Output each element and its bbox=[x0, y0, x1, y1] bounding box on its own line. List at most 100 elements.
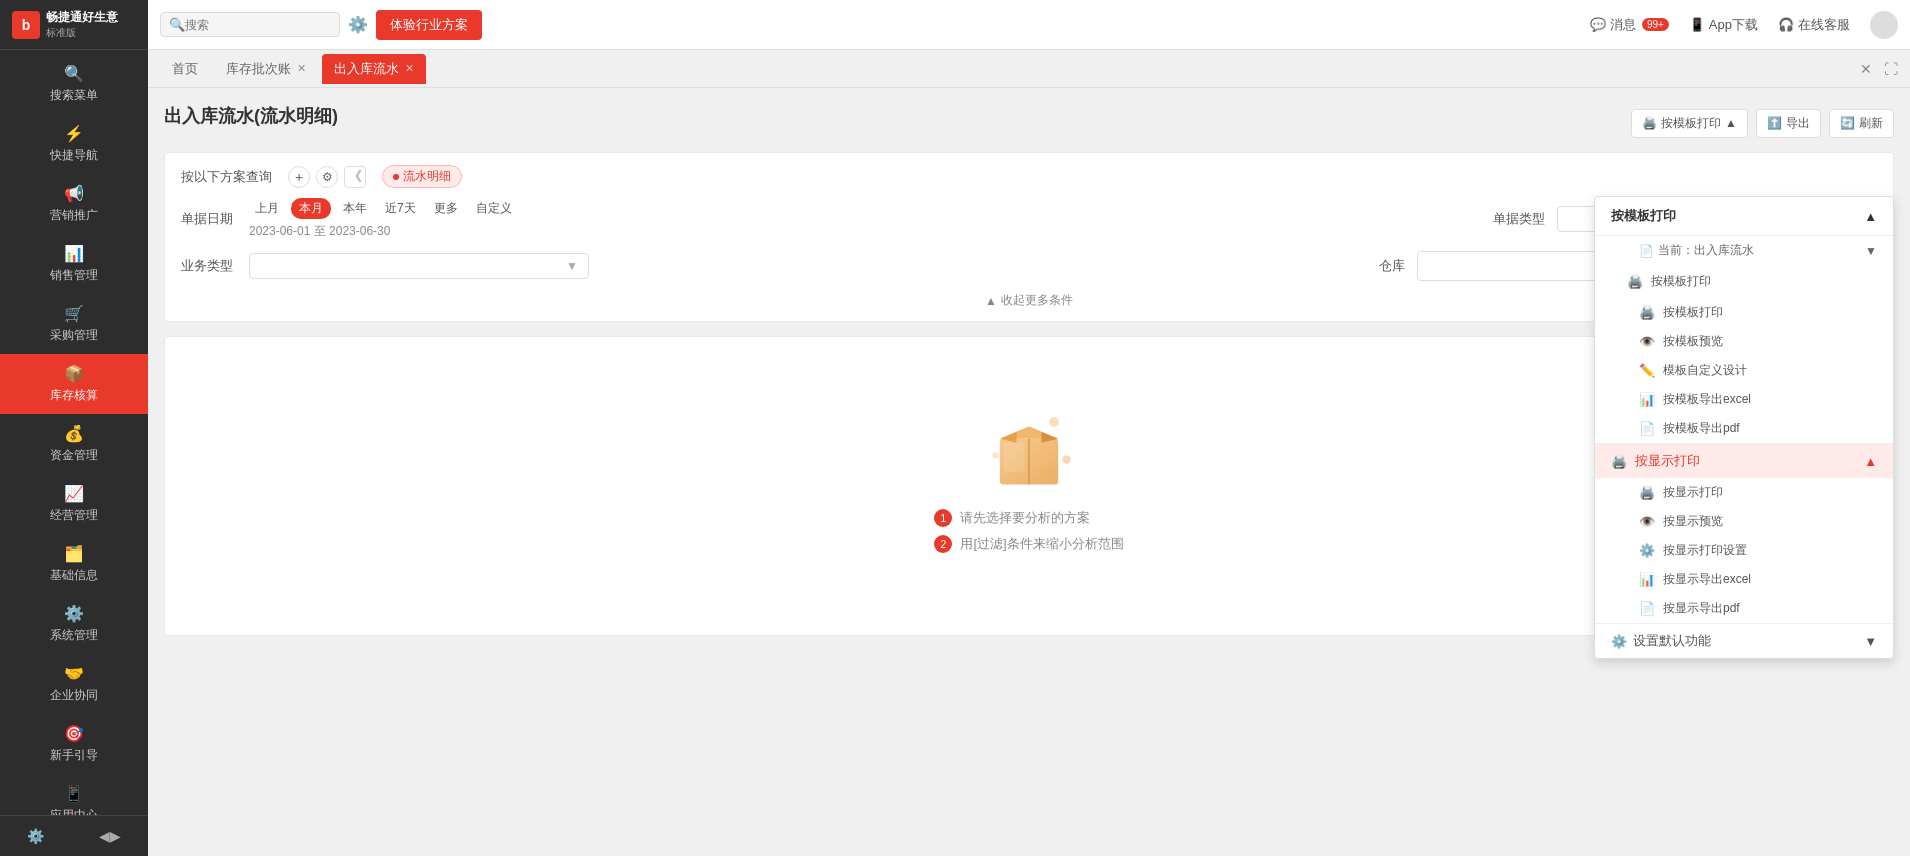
display-print-group-icon: 🖨️ bbox=[1611, 454, 1627, 469]
business-type-select[interactable]: ▼ bbox=[249, 253, 589, 279]
template-custom-label: 模板自定义设计 bbox=[1663, 362, 1747, 379]
footer-label: 设置默认功能 bbox=[1633, 632, 1711, 650]
sidebar-item-sales[interactable]: 📊 销售管理 bbox=[0, 234, 148, 294]
display-excel-label: 按显示导出excel bbox=[1663, 571, 1751, 588]
tab-home[interactable]: 首页 bbox=[160, 54, 210, 84]
support-btn[interactable]: 🎧 在线客服 bbox=[1778, 16, 1850, 34]
sidebar-item-collab[interactable]: 🤝 企业协同 bbox=[0, 654, 148, 714]
sidebar-item-quicknav[interactable]: ⚡ 快捷导航 bbox=[0, 114, 148, 174]
nav-label-basic: 基础信息 bbox=[50, 567, 98, 584]
tab-label-batch: 库存批次账 bbox=[226, 60, 291, 78]
search-box[interactable]: 🔍 bbox=[160, 12, 340, 37]
sidebar-item-operations[interactable]: 📈 经营管理 bbox=[0, 474, 148, 534]
date-filter: 上月本月本年近7天更多自定义 2023-06-01 至 2023-06-30 bbox=[249, 198, 518, 240]
sidebar-item-inventory[interactable]: 📦 库存核算 bbox=[0, 354, 148, 414]
filter-collapse-btn[interactable]: 《 bbox=[344, 166, 366, 188]
business-type-label: 业务类型 bbox=[181, 257, 233, 275]
sidebar-item-purchase[interactable]: 🛒 采购管理 bbox=[0, 294, 148, 354]
date-option-current_month[interactable]: 本月 bbox=[291, 198, 331, 219]
date-label: 单据日期 bbox=[181, 210, 233, 228]
header-actions: 🖨️ 按模板打印 ▲ ⬆️ 导出 🔄 刷新 bbox=[1631, 109, 1894, 138]
template-preview-label: 按模板预览 bbox=[1663, 333, 1723, 350]
doc-type-label: 单据类型 bbox=[1493, 210, 1545, 228]
sidebar-item-guide[interactable]: 🎯 新手引导 bbox=[0, 714, 148, 774]
sidebar-collapse-btn[interactable]: ◀▶ bbox=[95, 824, 125, 848]
display-preview-label: 按显示预览 bbox=[1663, 513, 1723, 530]
display-pdf-label: 按显示导出pdf bbox=[1663, 600, 1740, 617]
display-print-header[interactable]: 🖨️ 按显示打印 ▲ bbox=[1595, 444, 1893, 478]
sidebar-item-apps[interactable]: 📱 应用中心 bbox=[0, 774, 148, 815]
display-preview-item[interactable]: 👁️ 按显示预览 bbox=[1595, 507, 1893, 536]
sidebar-item-marketing[interactable]: 📢 营销推广 bbox=[0, 174, 148, 234]
template-export-pdf-item[interactable]: 📄 按模板导出pdf bbox=[1595, 414, 1893, 443]
sidebar-settings-btn[interactable]: ⚙️ bbox=[23, 824, 48, 848]
date-option-last7[interactable]: 近7天 bbox=[379, 198, 422, 219]
tab-close-batch[interactable]: ✕ bbox=[297, 62, 306, 75]
export-btn[interactable]: ⬆️ 导出 bbox=[1756, 109, 1821, 138]
messages-badge: 99+ bbox=[1642, 18, 1669, 31]
template-preview-icon: 👁️ bbox=[1639, 334, 1655, 349]
template-preview-item[interactable]: 👁️ 按模板预览 bbox=[1595, 327, 1893, 356]
display-preview-icon: 👁️ bbox=[1639, 514, 1655, 529]
empty-tip-1: 1 请先选择要分析的方案 bbox=[934, 509, 1123, 527]
display-export-excel-item[interactable]: 📊 按显示导出excel bbox=[1595, 565, 1893, 594]
tab-label-home: 首页 bbox=[172, 60, 198, 78]
template-custom-icon: ✏️ bbox=[1639, 363, 1655, 378]
date-options: 上月本月本年近7天更多自定义 bbox=[249, 198, 518, 219]
tab-close-flow[interactable]: ✕ bbox=[405, 62, 414, 75]
empty-tip-2: 2 用[过滤]条件来缩小分析范围 bbox=[934, 535, 1123, 553]
template-print-btn[interactable]: 🖨️ 按模板打印 ▲ bbox=[1631, 109, 1748, 138]
dropdown-collapse-icon[interactable]: ▲ bbox=[1864, 209, 1877, 224]
filter-add-btn[interactable]: + bbox=[288, 166, 310, 188]
display-print-item[interactable]: 🖨️ 按显示打印 bbox=[1595, 478, 1893, 507]
print-icon: 🖨️ bbox=[1642, 116, 1657, 130]
filter-row-top: 按以下方案查询 + ⚙ 《 流水明细 bbox=[181, 165, 1877, 188]
page-header: 出入库流水(流水明细) 🖨️ 按模板打印 ▲ ⬆️ 导出 🔄 刷新 bbox=[164, 104, 1894, 142]
footer-arrow-icon: ▼ bbox=[1864, 634, 1877, 649]
template-excel-icon: 📊 bbox=[1639, 392, 1655, 407]
display-export-pdf-item[interactable]: 📄 按显示导出pdf bbox=[1595, 594, 1893, 623]
template-print-group-label: 按模板打印 bbox=[1651, 273, 1711, 290]
sidebar-nav: 🔍 搜索菜单⚡ 快捷导航📢 营销推广📊 销售管理🛒 采购管理📦 库存核算💰 资金… bbox=[0, 50, 148, 815]
industry-btn[interactable]: 体验行业方案 bbox=[376, 10, 482, 40]
print-group-icon: 🖨️ bbox=[1627, 274, 1643, 289]
search-input[interactable] bbox=[185, 18, 325, 32]
tab-batch[interactable]: 库存批次账 ✕ bbox=[214, 54, 318, 84]
template-custom-item[interactable]: ✏️ 模板自定义设计 bbox=[1595, 356, 1893, 385]
tip-num-1: 1 bbox=[934, 509, 952, 527]
template-print-item[interactable]: 🖨️ 按模板打印 bbox=[1595, 298, 1893, 327]
warehouse-label: 仓库 bbox=[1379, 257, 1405, 275]
date-option-more[interactable]: 更多 bbox=[428, 198, 464, 219]
filter-tag-dot bbox=[393, 174, 399, 180]
nav-icon-apps: 📱 bbox=[64, 784, 84, 803]
date-option-custom[interactable]: 自定义 bbox=[470, 198, 518, 219]
date-option-prev_month[interactable]: 上月 bbox=[249, 198, 285, 219]
tab-flow[interactable]: 出入库流水✕ bbox=[322, 54, 426, 84]
nav-label-collab: 企业协同 bbox=[50, 687, 98, 704]
sidebar-item-finance[interactable]: 💰 资金管理 bbox=[0, 414, 148, 474]
template-excel-label: 按模板导出excel bbox=[1663, 391, 1751, 408]
sidebar-item-basic[interactable]: 🗂️ 基础信息 bbox=[0, 534, 148, 594]
user-avatar[interactable] bbox=[1870, 11, 1898, 39]
dropdown-footer[interactable]: ⚙️ 设置默认功能 ▼ bbox=[1595, 624, 1893, 658]
date-option-this_year[interactable]: 本年 bbox=[337, 198, 373, 219]
app-icon: 📱 bbox=[1689, 17, 1705, 32]
filter-settings-btn[interactable]: ⚙ bbox=[316, 166, 338, 188]
filter-controls: + ⚙ 《 bbox=[288, 166, 366, 188]
sidebar-item-search[interactable]: 🔍 搜索菜单 bbox=[0, 54, 148, 114]
template-export-excel-item[interactable]: 📊 按模板导出excel bbox=[1595, 385, 1893, 414]
footer-icon: ⚙️ bbox=[1611, 634, 1627, 649]
topbar-gear-icon[interactable]: ⚙️ bbox=[348, 15, 368, 34]
filter-tag-label: 流水明细 bbox=[403, 168, 451, 185]
maximize-icon[interactable]: ⛶ bbox=[1884, 61, 1898, 77]
sidebar: b 畅捷通好生意 标准版 🔍 搜索菜单⚡ 快捷导航📢 营销推广📊 销售管理🛒 采… bbox=[0, 0, 148, 856]
refresh-btn[interactable]: 🔄 刷新 bbox=[1829, 109, 1894, 138]
messages-btn[interactable]: 💬 消息 99+ bbox=[1590, 16, 1669, 34]
tab-maximize-btn[interactable]: ✕ ⛶ bbox=[1860, 61, 1898, 77]
nav-icon-basic: 🗂️ bbox=[64, 544, 84, 563]
close-tab-icon[interactable]: ✕ bbox=[1860, 61, 1872, 77]
app-download-btn[interactable]: 📱 App下载 bbox=[1689, 16, 1758, 34]
display-print-settings-item[interactable]: ⚙️ 按显示打印设置 bbox=[1595, 536, 1893, 565]
display-settings-icon: ⚙️ bbox=[1639, 543, 1655, 558]
sidebar-item-system[interactable]: ⚙️ 系统管理 bbox=[0, 594, 148, 654]
